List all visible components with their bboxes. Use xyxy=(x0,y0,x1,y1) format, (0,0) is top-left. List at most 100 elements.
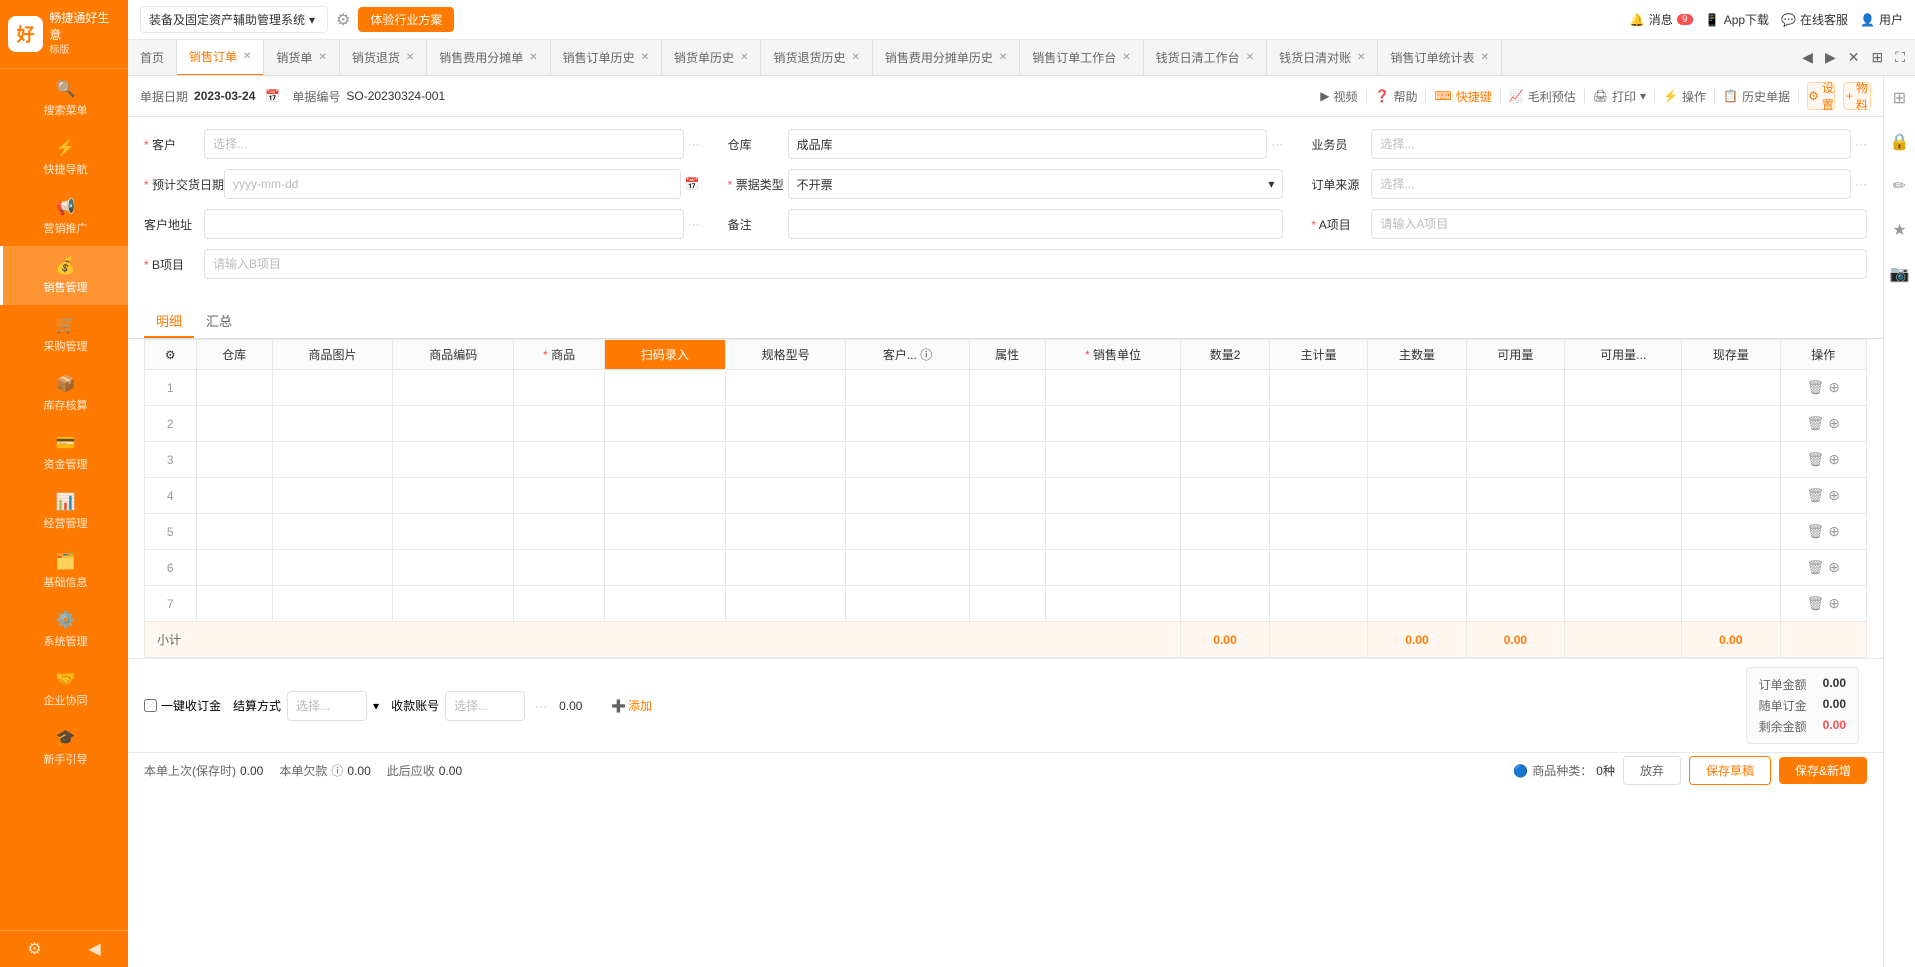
sidebar-item-system[interactable]: ⚙️ 系统管理 xyxy=(0,600,128,659)
settlement-input[interactable] xyxy=(287,691,367,721)
tab-menu-icon[interactable]: ✕ xyxy=(1844,47,1864,68)
order-source-input[interactable] xyxy=(1371,169,1851,199)
address-input[interactable] xyxy=(204,209,684,239)
tab-sales-order[interactable]: 销售订单 ✕ xyxy=(177,40,264,76)
tab-sales-order-hist[interactable]: 销售订单历史 ✕ xyxy=(551,40,662,76)
online-service-item[interactable]: 💬 在线客服 xyxy=(1781,11,1848,28)
right-panel-edit-icon[interactable]: ✏ xyxy=(1889,172,1910,200)
sidebar-item-inventory[interactable]: 📦 库存核算 xyxy=(0,364,128,423)
copy-row-7-icon[interactable]: ⊕ xyxy=(1828,595,1840,612)
save-draft-button[interactable]: 保存草稿 xyxy=(1689,756,1771,785)
settings-footer-icon[interactable]: ⚙ xyxy=(27,939,41,959)
tab-close-sales-expense[interactable]: ✕ xyxy=(529,52,537,63)
tab-close-cash-reconcile[interactable]: ✕ xyxy=(1357,52,1365,63)
tab-close-cash-workbench[interactable]: ✕ xyxy=(1246,52,1254,63)
account-input[interactable] xyxy=(445,691,525,721)
right-panel-qr-icon[interactable]: 📷 xyxy=(1886,260,1914,288)
add-product-button[interactable]: + 物料 xyxy=(1843,82,1871,110)
delete-row-1-icon[interactable]: 🗑 xyxy=(1807,379,1825,396)
tab-sales-return-hist[interactable]: 销货退货历史 ✕ xyxy=(761,40,872,76)
history-btn[interactable]: 📋 历史单据 xyxy=(1723,88,1790,105)
sidebar-item-operations[interactable]: 📊 经营管理 xyxy=(0,482,128,541)
copy-row-5-icon[interactable]: ⊕ xyxy=(1828,523,1840,540)
delete-row-5-icon[interactable]: 🗑 xyxy=(1807,523,1825,540)
calendar-icon[interactable]: 📅 xyxy=(265,89,280,103)
note-input[interactable] xyxy=(788,209,1284,239)
print-btn[interactable]: 🖨 打印 ▾ xyxy=(1593,88,1646,105)
sidebar-item-guide[interactable]: 🎓 新手引导 xyxy=(0,718,128,777)
a-project-input[interactable] xyxy=(1371,209,1867,239)
sidebar-item-search[interactable]: 🔍 搜索菜单 xyxy=(0,69,128,128)
tab-close-sales-bill-hist[interactable]: ✕ xyxy=(740,52,748,63)
print-dropdown-icon[interactable]: ▾ xyxy=(1640,89,1646,103)
tab-sales-bill[interactable]: 销货单 ✕ xyxy=(264,40,339,76)
copy-row-4-icon[interactable]: ⊕ xyxy=(1828,487,1840,504)
warehouse-input[interactable] xyxy=(788,129,1268,159)
detail-tab-detail[interactable]: 明细 xyxy=(144,305,194,338)
tab-layout-icon[interactable]: ⊞ xyxy=(1867,47,1887,68)
tab-next-icon[interactable]: ▶ xyxy=(1821,47,1840,68)
tab-sales-stats[interactable]: 销售订单统计表 ✕ xyxy=(1378,40,1501,76)
topbar-settings-icon[interactable]: ⚙ xyxy=(336,10,350,30)
b-project-input[interactable] xyxy=(204,249,1867,279)
col-settings[interactable]: ⚙ xyxy=(145,340,197,370)
copy-row-1-icon[interactable]: ⊕ xyxy=(1828,379,1840,396)
tab-sales-workbench[interactable]: 销售订单工作台 ✕ xyxy=(1020,40,1143,76)
user-item[interactable]: 👤 用户 xyxy=(1860,11,1903,28)
staff-ellipsis[interactable]: ··· xyxy=(1855,137,1867,151)
view-video-btn[interactable]: ▶ 视频 xyxy=(1320,88,1357,105)
sidebar-item-marketing[interactable]: 📢 营销推广 xyxy=(0,187,128,246)
tab-close-sales-expense-hist[interactable]: ✕ xyxy=(999,52,1007,63)
tab-close-sales-stats[interactable]: ✕ xyxy=(1481,52,1489,63)
discard-button[interactable]: 放弃 xyxy=(1623,756,1681,785)
delete-row-3-icon[interactable]: 🗑 xyxy=(1807,451,1825,468)
tab-cash-reconcile[interactable]: 钱货日清对账 ✕ xyxy=(1267,40,1378,76)
tab-sales-expense-hist[interactable]: 销售费用分摊单历史 ✕ xyxy=(873,40,1020,76)
customer-input[interactable] xyxy=(204,129,684,159)
sidebar-item-finance[interactable]: 💳 资金管理 xyxy=(0,423,128,482)
invoice-select[interactable]: 不开票 ▾ xyxy=(788,169,1284,199)
tab-cash-workbench[interactable]: 钱货日清工作台 ✕ xyxy=(1144,40,1267,76)
industry-button[interactable]: 体验行业方案 xyxy=(358,7,454,32)
one-click-checkbox[interactable] xyxy=(144,699,157,712)
customer-ellipsis[interactable]: ··· xyxy=(688,137,700,151)
right-panel-table-icon[interactable]: ⊞ xyxy=(1889,84,1910,112)
staff-input[interactable] xyxy=(1371,129,1851,159)
app-selector[interactable]: 装备及固定资产辅助管理系统 ▾ xyxy=(140,6,328,33)
delivery-calendar-icon[interactable]: 📅 xyxy=(685,177,700,191)
sidebar-item-sales[interactable]: 💰 销售管理 xyxy=(0,246,128,305)
tab-close-sales-order-hist[interactable]: ✕ xyxy=(641,52,649,63)
sidebar-item-purchase[interactable]: 🛒 采购管理 xyxy=(0,305,128,364)
sidebar-item-base[interactable]: 🗂️ 基础信息 xyxy=(0,541,128,600)
sidebar-item-enterprise[interactable]: 🤝 企业协同 xyxy=(0,659,128,718)
delivery-input[interactable] xyxy=(224,169,681,199)
tab-close-sales-order[interactable]: ✕ xyxy=(243,51,251,62)
profit-btn[interactable]: 📈 毛利预估 xyxy=(1509,88,1576,105)
help-btn[interactable]: ❓ 帮助 xyxy=(1375,88,1418,105)
delete-row-6-icon[interactable]: 🗑 xyxy=(1807,559,1825,576)
right-panel-lock-icon[interactable]: 🔒 xyxy=(1886,128,1914,156)
delete-row-7-icon[interactable]: 🗑 xyxy=(1807,595,1825,612)
collapse-icon[interactable]: ◀ xyxy=(88,939,100,959)
tab-close-sales-workbench[interactable]: ✕ xyxy=(1122,52,1130,63)
account-ellipsis[interactable]: ··· xyxy=(535,699,547,713)
tab-home[interactable]: 首页 xyxy=(128,40,177,76)
tab-close-sales-return[interactable]: ✕ xyxy=(406,52,414,63)
sidebar-item-quicknav[interactable]: ⚡ 快捷导航 xyxy=(0,128,128,187)
save-new-button[interactable]: 保存&新增 xyxy=(1779,757,1867,784)
tab-close-sales-bill[interactable]: ✕ xyxy=(318,52,326,63)
delete-row-4-icon[interactable]: 🗑 xyxy=(1807,487,1825,504)
tab-close-sales-return-hist[interactable]: ✕ xyxy=(851,52,859,63)
settings-button[interactable]: ⚙ ⚙ 设置 设置 xyxy=(1807,82,1835,110)
copy-row-2-icon[interactable]: ⊕ xyxy=(1828,415,1840,432)
notification-item[interactable]: 🔔 消息 9 xyxy=(1630,11,1693,28)
tab-sales-bill-hist[interactable]: 销货单历史 ✕ xyxy=(662,40,761,76)
warehouse-ellipsis[interactable]: ··· xyxy=(1271,137,1283,151)
address-ellipsis[interactable]: ··· xyxy=(688,217,700,231)
add-payment-btn[interactable]: ➕ 添加 xyxy=(611,697,652,714)
right-panel-star-icon[interactable]: ★ xyxy=(1888,216,1910,244)
delete-row-2-icon[interactable]: 🗑 xyxy=(1807,415,1825,432)
copy-row-3-icon[interactable]: ⊕ xyxy=(1828,451,1840,468)
detail-tab-summary[interactable]: 汇总 xyxy=(194,305,244,338)
operations-btn[interactable]: ⚡ 操作 xyxy=(1663,88,1706,105)
